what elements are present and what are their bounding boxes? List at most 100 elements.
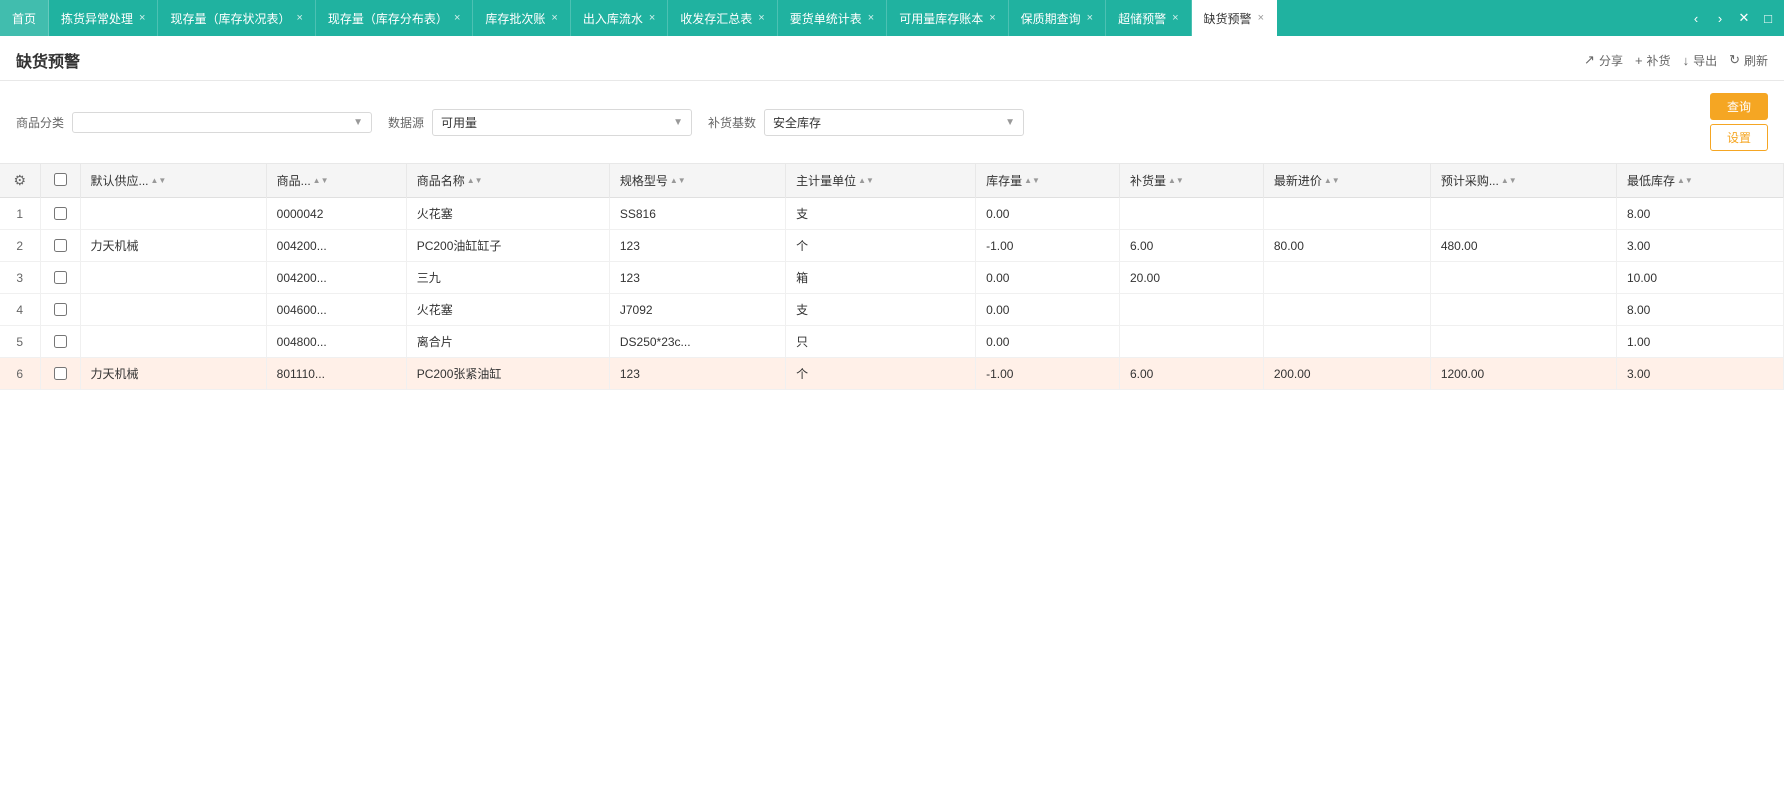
spec-model-sort[interactable]: 规格型号 ▲▼ <box>620 172 686 189</box>
refresh-button[interactable]: ↻ 刷新 <box>1729 52 1768 69</box>
category-label: 商品分类 <box>16 114 64 131</box>
cell-latest-price <box>1263 262 1430 294</box>
min-inventory-sort[interactable]: 最低库存 ▲▼ <box>1627 172 1693 189</box>
tab-batch-account[interactable]: 库存批次账 × <box>473 0 570 36</box>
latest-price-header: 最新进价 <box>1274 172 1322 189</box>
tab-inventory-status[interactable]: 现存量（库存状况表） × <box>158 0 315 36</box>
tab-overstock-warning[interactable]: 超储预警 × <box>1106 0 1191 36</box>
cell-checkbox[interactable] <box>40 326 80 358</box>
cell-inventory: -1.00 <box>976 358 1120 390</box>
tab-inventory-status-label: 现存量（库存状况表） <box>170 10 290 27</box>
tab-close-all[interactable]: ✕ <box>1732 6 1756 30</box>
category-chevron-icon: ▼ <box>353 117 363 128</box>
th-spec-model: 规格型号 ▲▼ <box>609 164 785 198</box>
product-name-header: 商品名称 <box>417 172 465 189</box>
tab-abnormal-close[interactable]: × <box>139 12 145 24</box>
th-restock-qty: 补货量 ▲▼ <box>1120 164 1264 198</box>
category-select[interactable]: ▼ <box>72 112 372 133</box>
cell-default-supplier: 力天机械 <box>80 230 266 262</box>
tab-shortage-warning-close[interactable]: × <box>1258 12 1264 24</box>
tab-inventory-dist-close[interactable]: × <box>454 12 460 24</box>
tab-in-out-flow-close[interactable]: × <box>649 12 655 24</box>
tab-collect-summary[interactable]: 收发存汇总表 × <box>668 0 777 36</box>
product-name-sort[interactable]: 商品名称 ▲▼ <box>417 172 483 189</box>
tab-scroll-right[interactable]: › <box>1708 6 1732 30</box>
tab-scroll-left[interactable]: ‹ <box>1684 6 1708 30</box>
est-purchase-sort[interactable]: 预计采购... ▲▼ <box>1441 172 1517 189</box>
share-button[interactable]: ↗ 分享 <box>1584 52 1623 69</box>
row-checkbox[interactable] <box>54 303 67 316</box>
tab-available-ledger-close[interactable]: × <box>989 12 995 24</box>
settings-button[interactable]: 设置 <box>1710 124 1768 151</box>
restock-basis-filter-group: 补货基数 安全库存 ▼ <box>708 109 1024 136</box>
restock-basis-select[interactable]: 安全库存 ▼ <box>764 109 1024 136</box>
tab-batch-account-close[interactable]: × <box>551 12 557 24</box>
tab-maximize[interactable]: □ <box>1756 6 1780 30</box>
cell-est-purchase <box>1430 294 1616 326</box>
cell-checkbox[interactable] <box>40 294 80 326</box>
cell-product-code: 0000042 <box>266 198 406 230</box>
row-checkbox[interactable] <box>54 239 67 252</box>
th-latest-price: 最新进价 ▲▼ <box>1263 164 1430 198</box>
restock-qty-header: 补货量 <box>1130 172 1166 189</box>
cell-checkbox[interactable] <box>40 262 80 294</box>
restock-label: 补货 <box>1647 52 1671 69</box>
cell-min-inventory: 10.00 <box>1616 262 1783 294</box>
cell-seq: 1 <box>0 198 40 230</box>
cell-checkbox[interactable] <box>40 230 80 262</box>
row-checkbox[interactable] <box>54 367 67 380</box>
product-code-sort-icon: ▲▼ <box>313 177 329 185</box>
page-header: 缺货预警 ↗ 分享 + 补货 ↓ 导出 ↻ 刷新 <box>0 36 1784 81</box>
cell-spec-model: J7092 <box>609 294 785 326</box>
datasource-select[interactable]: 可用量 ▼ <box>432 109 692 136</box>
tab-overstock-warning-label: 超储预警 <box>1118 10 1166 27</box>
column-settings-icon[interactable]: ⚙ <box>13 172 26 188</box>
inventory-sort-icon: ▲▼ <box>1024 177 1040 185</box>
tab-available-ledger-label: 可用量库存账本 <box>899 10 983 27</box>
cell-checkbox[interactable] <box>40 358 80 390</box>
cell-checkbox[interactable] <box>40 198 80 230</box>
min-inventory-header: 最低库存 <box>1627 172 1675 189</box>
export-button[interactable]: ↓ 导出 <box>1683 52 1718 69</box>
category-filter-group: 商品分类 ▼ <box>16 112 372 133</box>
row-checkbox[interactable] <box>54 335 67 348</box>
cell-restock-qty: 20.00 <box>1120 262 1264 294</box>
unit-sort[interactable]: 主计量单位 ▲▼ <box>796 172 874 189</box>
tab-inventory-status-close[interactable]: × <box>296 12 302 24</box>
cell-restock-qty <box>1120 326 1264 358</box>
tab-home[interactable]: 首页 <box>0 0 49 36</box>
tab-req-stat-label: 要货单统计表 <box>790 10 862 27</box>
share-icon: ↗ <box>1584 52 1595 68</box>
cell-restock-qty <box>1120 294 1264 326</box>
tab-expiry-query-close[interactable]: × <box>1087 12 1093 24</box>
cell-spec-model: 123 <box>609 358 785 390</box>
tab-abnormal[interactable]: 拣货异常处理 × <box>49 0 158 36</box>
restock-button[interactable]: + 补货 <box>1635 52 1671 69</box>
tab-overstock-warning-close[interactable]: × <box>1172 12 1178 24</box>
cell-latest-price <box>1263 198 1430 230</box>
tab-req-stat-close[interactable]: × <box>868 12 874 24</box>
cell-default-supplier <box>80 198 266 230</box>
product-code-sort[interactable]: 商品... ▲▼ <box>277 172 329 189</box>
cell-est-purchase: 480.00 <box>1430 230 1616 262</box>
default-supplier-sort[interactable]: 默认供应... ▲▼ <box>91 172 167 189</box>
latest-price-sort[interactable]: 最新进价 ▲▼ <box>1274 172 1340 189</box>
restock-qty-sort[interactable]: 补货量 ▲▼ <box>1130 172 1184 189</box>
row-checkbox[interactable] <box>54 271 67 284</box>
cell-inventory: 0.00 <box>976 198 1120 230</box>
tab-inventory-dist[interactable]: 现存量（库存分布表） × <box>316 0 473 36</box>
tab-req-stat[interactable]: 要货单统计表 × <box>778 0 887 36</box>
select-all-checkbox[interactable] <box>54 173 67 186</box>
query-button[interactable]: 查询 <box>1710 93 1768 120</box>
cell-restock-qty: 6.00 <box>1120 358 1264 390</box>
tab-in-out-flow[interactable]: 出入库流水 × <box>571 0 668 36</box>
tab-shortage-warning[interactable]: 缺货预警 × <box>1192 0 1277 36</box>
row-checkbox[interactable] <box>54 207 67 220</box>
tab-home-label: 首页 <box>12 10 36 27</box>
tab-available-ledger[interactable]: 可用量库存账本 × <box>887 0 1008 36</box>
tab-collect-summary-close[interactable]: × <box>758 12 764 24</box>
cell-seq: 6 <box>0 358 40 390</box>
inventory-sort[interactable]: 库存量 ▲▼ <box>986 172 1040 189</box>
tab-expiry-query[interactable]: 保质期查询 × <box>1009 0 1106 36</box>
cell-min-inventory: 3.00 <box>1616 358 1783 390</box>
